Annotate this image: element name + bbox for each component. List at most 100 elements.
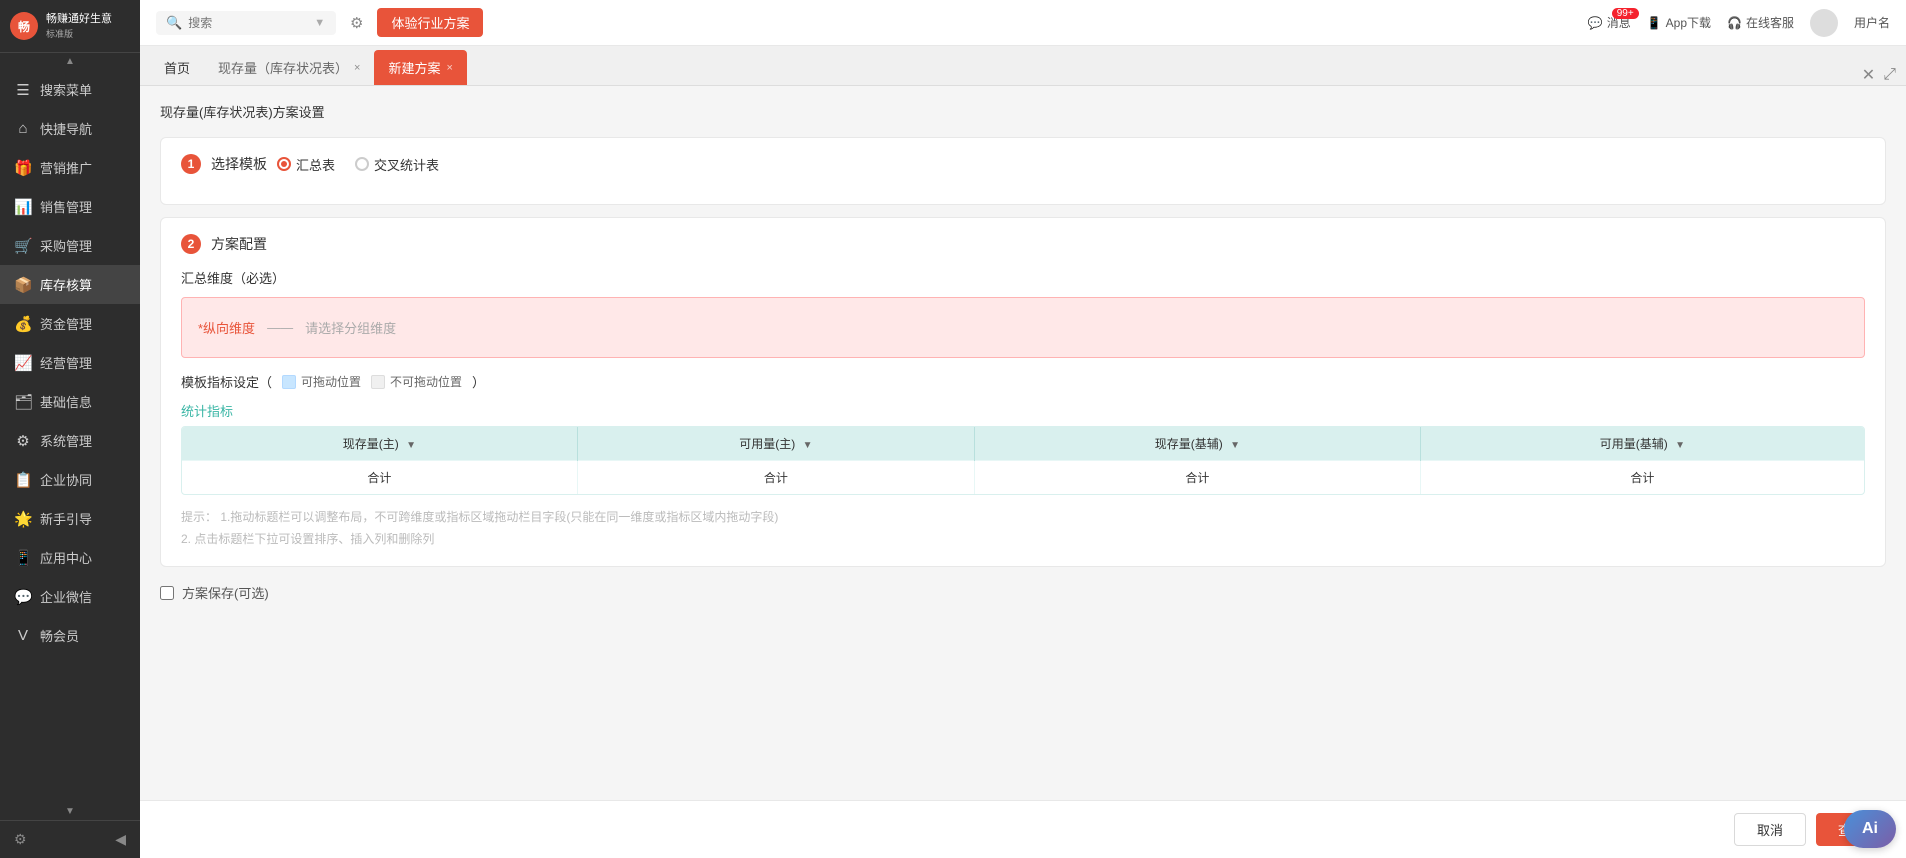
cell-0-1: 合计 — [577, 461, 974, 495]
gift-icon: 🎁 — [14, 159, 32, 177]
wechat-icon: 💬 — [14, 588, 32, 606]
step1-title: 选择模板 — [211, 154, 267, 174]
col-label-2: 现存量(基辅) — [1155, 437, 1223, 451]
message-button[interactable]: 💬 消息 99+ — [1588, 14, 1631, 31]
app-download-button[interactable]: 📱 App下载 — [1647, 14, 1711, 31]
sidebar-item-search-menu[interactable]: ☰ 搜索菜单 — [0, 70, 140, 109]
sidebar-item-inventory[interactable]: 📦 库存核算 — [0, 265, 140, 304]
mobile-icon: 📱 — [14, 549, 32, 567]
sidebar-item-purchase[interactable]: 🛒 采购管理 — [0, 226, 140, 265]
dimension-required-label: *纵向维度 — [198, 318, 255, 337]
cell-0-2: 合计 — [974, 461, 1420, 495]
sidebar-item-sales[interactable]: 📊 销售管理 — [0, 187, 140, 226]
col-chevron-3[interactable]: ▼ — [1675, 440, 1685, 451]
step2-num: 2 — [181, 234, 201, 254]
radio-summary[interactable]: 汇总表 — [277, 155, 335, 174]
table-row: 合计 合计 合计 合计 — [182, 461, 1864, 495]
tab-bar: 首页 现存量（库存状况表） × 新建方案 × ✕ ⤢ — [140, 46, 1906, 86]
main-area: 🔍 ▼ ⚙ 体验行业方案 💬 消息 99+ 📱 App下载 🎧 在线客服 用户名 — [140, 0, 1906, 858]
radio-summary-dot — [277, 157, 291, 171]
step1-header: 1 选择模板 汇总表 交叉统计表 — [181, 154, 1865, 174]
trial-button[interactable]: 体验行业方案 — [377, 8, 483, 37]
step2-header: 2 方案配置 — [181, 234, 1865, 254]
star-icon: 🌟 — [14, 510, 32, 528]
sidebar-item-system[interactable]: ⚙ 系统管理 — [0, 421, 140, 460]
box-icon: 📦 — [14, 276, 32, 294]
logo-icon: 畅 — [10, 12, 38, 40]
tab-home[interactable]: 首页 — [150, 50, 204, 85]
indicator-setting-row: 模板指标设定（ 可拖动位置 不可拖动位置 ） — [181, 372, 1865, 391]
tab-new-plan-label: 新建方案 — [388, 58, 440, 77]
sidebar-item-app-center[interactable]: 📱 应用中心 — [0, 538, 140, 577]
sidebar-item-operations[interactable]: 📈 经营管理 — [0, 343, 140, 382]
legend-draggable: 可拖动位置 — [282, 373, 361, 390]
cancel-button[interactable]: 取消 — [1734, 813, 1806, 846]
settings-icon[interactable]: ⚙ — [350, 14, 363, 32]
statistics-title: 统计指标 — [181, 401, 1865, 420]
radio-cross[interactable]: 交叉统计表 — [355, 155, 439, 174]
trend-icon: 📈 — [14, 354, 32, 372]
sidebar-scroll-down[interactable]: ▼ — [0, 803, 140, 820]
col-header-2[interactable]: 现存量(基辅) ▼ — [974, 427, 1420, 461]
sidebar-item-member[interactable]: V 畅会员 — [0, 616, 140, 655]
tips-area: 提示： 1.拖动标题栏可以调整布局，不可跨维度或指标区域拖动栏目字段(只能在同一… — [181, 507, 1865, 550]
col-header-0[interactable]: 现存量(主) ▼ — [182, 427, 577, 461]
search-input[interactable] — [188, 16, 308, 30]
legend-not-draggable: 不可拖动位置 — [371, 373, 462, 390]
save-checkbox[interactable] — [160, 586, 174, 600]
radio-cross-label: 交叉统计表 — [374, 155, 439, 174]
col-chevron-0[interactable]: ▼ — [406, 440, 416, 451]
chart-icon: 📊 — [14, 198, 32, 216]
not-draggable-legend-box — [371, 375, 385, 389]
sidebar-item-quick-nav[interactable]: ⌂ 快捷导航 — [0, 109, 140, 148]
settings-bottom-icon[interactable]: ⚙ — [14, 831, 27, 848]
col-chevron-2[interactable]: ▼ — [1230, 440, 1240, 451]
draggable-legend-box — [282, 375, 296, 389]
expand-window-icon[interactable]: ⤢ — [1883, 66, 1896, 84]
sidebar-item-marketing[interactable]: 🎁 营销推广 — [0, 148, 140, 187]
sidebar-item-enterprise[interactable]: 📋 企业协同 — [0, 460, 140, 499]
cell-0-3: 合计 — [1420, 461, 1864, 495]
avatar[interactable] — [1810, 9, 1838, 37]
summary-dimension-label: 汇总维度（必选） — [181, 268, 1865, 287]
ai-float-button[interactable]: Ai — [1844, 810, 1896, 848]
close-window-icon[interactable]: ✕ — [1862, 65, 1875, 85]
tab-new-plan[interactable]: 新建方案 × — [374, 50, 466, 85]
online-service-button[interactable]: 🎧 在线客服 — [1727, 14, 1794, 31]
step2-card: 2 方案配置 汇总维度（必选） *纵向维度 —— 请选择分组维度 模板指标设定（… — [160, 217, 1886, 567]
app-icon: 📱 — [1647, 16, 1662, 30]
content-area: 现存量(库存状况表)方案设置 1 选择模板 汇总表 交叉统计表 — [140, 86, 1906, 800]
tip-1: 提示： 1.拖动标题栏可以调整布局，不可跨维度或指标区域拖动栏目字段(只能在同一… — [181, 507, 1865, 529]
tab-inventory-close-icon[interactable]: × — [354, 62, 360, 74]
search-menu-icon: ☰ — [14, 81, 32, 99]
sidebar-bottom: ⚙ ◀ — [0, 820, 140, 858]
dimension-placeholder: 请选择分组维度 — [305, 318, 396, 337]
sidebar-item-new-guide[interactable]: 🌟 新手引导 — [0, 499, 140, 538]
app-download-label: App下载 — [1666, 14, 1711, 31]
sidebar-item-finance[interactable]: 💰 资金管理 — [0, 304, 140, 343]
search-icon: 🔍 — [166, 15, 182, 31]
sidebar-item-base-info[interactable]: 🗂 基础信息 — [0, 382, 140, 421]
tab-new-plan-close-icon[interactable]: × — [446, 62, 452, 74]
dimension-dash: —— — [267, 320, 293, 335]
collapse-icon[interactable]: ◀ — [115, 831, 126, 848]
sidebar-item-wechat[interactable]: 💬 企业微信 — [0, 577, 140, 616]
sidebar-scroll-up[interactable]: ▲ — [0, 53, 140, 70]
col-header-1[interactable]: 可用量(主) ▼ — [577, 427, 974, 461]
save-label: 方案保存(可选) — [182, 583, 269, 602]
indicator-setting-label: 模板指标设定（ — [181, 372, 272, 391]
topbar-right: 💬 消息 99+ 📱 App下载 🎧 在线客服 用户名 — [1588, 9, 1890, 37]
col-label-1: 可用量(主) — [739, 437, 795, 451]
tab-inventory-status[interactable]: 现存量（库存状况表） × — [204, 50, 374, 85]
radio-cross-dot — [355, 157, 369, 171]
username-label[interactable]: 用户名 — [1854, 14, 1890, 31]
step1-num: 1 — [181, 154, 201, 174]
dimension-area[interactable]: *纵向维度 —— 请选择分组维度 — [181, 297, 1865, 358]
page-title: 现存量(库存状况表)方案设置 — [160, 102, 1886, 121]
tab-inventory-label: 现存量（库存状况表） — [218, 58, 348, 77]
col-header-3[interactable]: 可用量(基辅) ▼ — [1420, 427, 1864, 461]
col-chevron-1[interactable]: ▼ — [803, 440, 813, 451]
tip-2: 2. 点击标题栏下拉可设置排序、插入列和删除列 — [181, 529, 1865, 551]
search-box[interactable]: 🔍 ▼ — [156, 11, 336, 35]
message-icon: 💬 — [1588, 16, 1603, 30]
